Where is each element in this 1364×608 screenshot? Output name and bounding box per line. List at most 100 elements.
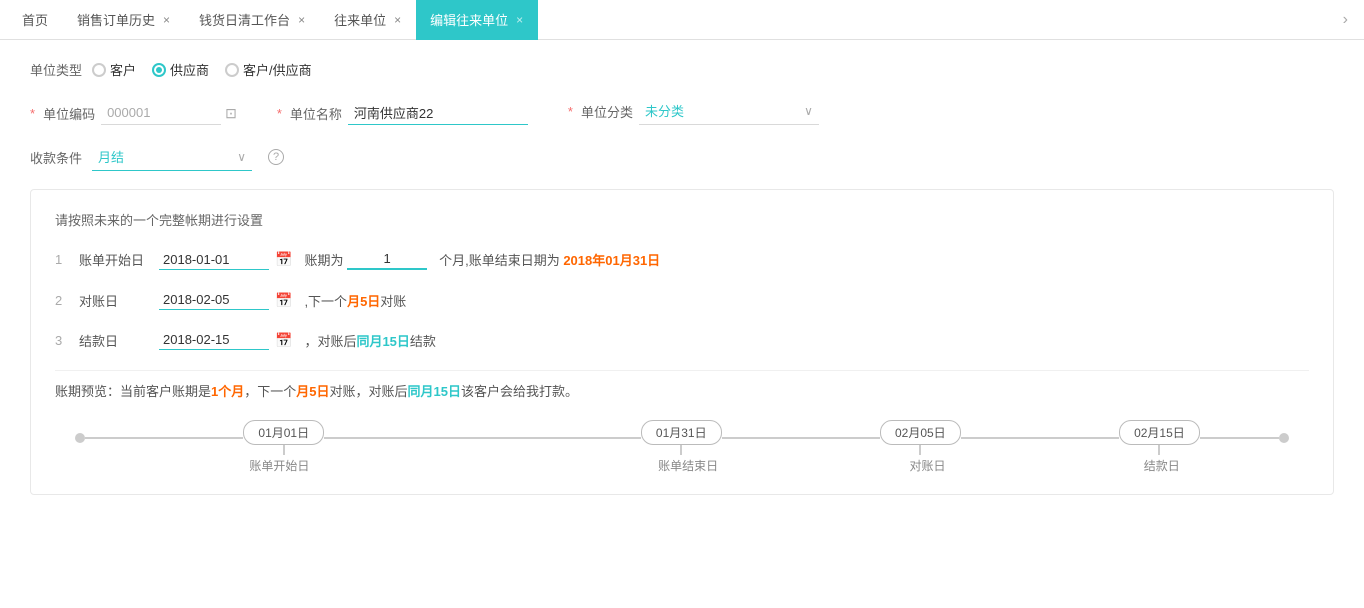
tl-label-1: 账单开始日 bbox=[239, 457, 319, 474]
payment-value: 月结 bbox=[98, 147, 233, 166]
tl-label-wrap-4: 结款日 bbox=[1127, 457, 1197, 474]
payment-date-desc: ，对账后同月15日结款 bbox=[304, 331, 436, 350]
tab-close-partner[interactable]: × bbox=[394, 13, 401, 27]
radio-circle-customer bbox=[92, 63, 106, 77]
tl-label-wrap-3: 对账日 bbox=[892, 457, 962, 474]
tl-vert-3 bbox=[919, 445, 921, 455]
code-copy-icon[interactable]: ⊡ bbox=[225, 105, 237, 122]
tab-home[interactable]: 首页 bbox=[8, 0, 63, 40]
tl-vert-2 bbox=[680, 445, 682, 455]
reconcile-date-calendar-icon[interactable]: 📅 bbox=[275, 292, 292, 309]
preview-highlight3: 同月15日 bbox=[408, 384, 461, 399]
tab-expand-button[interactable]: › bbox=[1335, 11, 1356, 29]
settings-panel: 请按照未来的一个完整帐期进行设置 1 账单开始日 📅 账期为 个月,账单结束日期… bbox=[30, 189, 1334, 495]
code-label: 单位编码 bbox=[43, 104, 95, 123]
reconcile-desc: ,下一个月5日对账 bbox=[304, 291, 406, 310]
timeline-labels: 账单开始日 账单结束日 对账日 结款日 bbox=[75, 457, 1289, 474]
preview-text: 账期预览：当前客户账期是1个月，下一个月5日对账，对账后同月15日该客户会给我打… bbox=[55, 370, 1309, 400]
cat-label: 单位分类 bbox=[581, 102, 633, 121]
tl-badge-2: 01月31日 bbox=[641, 420, 722, 445]
unit-category-group: * 单位分类 未分类 ∨ bbox=[568, 97, 819, 125]
panel-row-3: 3 结款日 📅 ，对账后同月15日结款 bbox=[55, 330, 1309, 350]
tl-vert-4 bbox=[1158, 445, 1160, 455]
tab-edit-partner[interactable]: 编辑往来单位 × bbox=[416, 0, 538, 40]
payment-help-icon[interactable]: ? bbox=[268, 149, 284, 165]
radio-customer[interactable]: 客户 bbox=[92, 60, 136, 79]
tl-badge-1: 01月01日 bbox=[243, 420, 324, 445]
tl-label-3: 对账日 bbox=[892, 457, 962, 474]
tabs-bar: 首页 销售订单历史 × 钱货日清工作台 × 往来单位 × 编辑往来单位 × › bbox=[0, 0, 1364, 40]
tl-end-dot bbox=[1279, 433, 1289, 443]
code-input[interactable] bbox=[101, 101, 221, 125]
payment-dropdown-arrow: ∨ bbox=[237, 150, 246, 164]
cat-required-star: * bbox=[568, 104, 573, 119]
tab-close-edit-partner[interactable]: × bbox=[516, 13, 523, 27]
tl-start-dot bbox=[75, 433, 85, 443]
tl-node-1: 01月01日 bbox=[243, 420, 324, 455]
tl-line-5 bbox=[1200, 437, 1279, 439]
payment-dropdown[interactable]: 月结 ∨ bbox=[92, 143, 252, 171]
main-content: 单位类型 客户 供应商 客户/供应商 * 单位编码 ⊡ bbox=[0, 40, 1364, 608]
payment-highlight: 同月15日 bbox=[356, 334, 409, 349]
payment-date-input[interactable] bbox=[159, 330, 269, 350]
name-label: 单位名称 bbox=[290, 104, 342, 123]
period-desc: 个月,账单结束日期为 2018年01月31日 bbox=[439, 250, 660, 269]
panel-instruction: 请按照未来的一个完整帐期进行设置 bbox=[55, 210, 1309, 229]
payment-row: 收款条件 月结 ∨ ? bbox=[30, 143, 1334, 171]
category-dropdown-arrow: ∨ bbox=[804, 104, 813, 118]
end-date-highlight: 2018年01月31日 bbox=[563, 253, 660, 268]
payment-date-calendar-icon[interactable]: 📅 bbox=[275, 332, 292, 349]
tl-line-2 bbox=[324, 437, 641, 439]
reconcile-highlight: 月5日 bbox=[347, 294, 380, 309]
preview-highlight1: 1个月 bbox=[211, 384, 244, 399]
reconcile-date-input[interactable] bbox=[159, 290, 269, 310]
category-value: 未分类 bbox=[645, 101, 800, 120]
tab-sales-order[interactable]: 销售订单历史 × bbox=[63, 0, 185, 40]
code-required-star: * bbox=[30, 106, 35, 121]
tl-label-2: 账单结束日 bbox=[648, 457, 728, 474]
row-num-3: 3 bbox=[55, 333, 79, 348]
start-date-label: 账单开始日 bbox=[79, 250, 159, 269]
name-input[interactable] bbox=[348, 101, 528, 125]
tl-label-wrap-2: 账单结束日 bbox=[648, 457, 728, 474]
panel-row-2: 2 对账日 📅 ,下一个月5日对账 bbox=[55, 290, 1309, 310]
tab-close-sales-order[interactable]: × bbox=[163, 13, 170, 27]
tab-close-cash-work[interactable]: × bbox=[298, 13, 305, 27]
reconcile-label: 对账日 bbox=[79, 291, 159, 310]
tl-line-3 bbox=[722, 437, 880, 439]
timeline-section: 01月01日 01月31日 02月05日 02月15日 bbox=[55, 420, 1309, 474]
unit-type-radio-group: 客户 供应商 客户/供应商 bbox=[92, 60, 312, 79]
radio-circle-supplier bbox=[152, 63, 166, 77]
period-input[interactable] bbox=[347, 249, 427, 270]
tl-badge-4: 02月15日 bbox=[1119, 420, 1200, 445]
payment-label: 收款条件 bbox=[30, 148, 82, 167]
code-input-wrap: ⊡ bbox=[101, 101, 237, 125]
period-label: 账期为 bbox=[304, 250, 347, 269]
tl-badge-3: 02月05日 bbox=[880, 420, 961, 445]
category-dropdown[interactable]: 未分类 ∨ bbox=[639, 97, 819, 125]
start-date-input[interactable] bbox=[159, 250, 269, 270]
unit-type-label: 单位类型 bbox=[30, 60, 82, 79]
tl-node-3: 02月05日 bbox=[880, 420, 961, 455]
tl-node-4: 02月15日 bbox=[1119, 420, 1200, 455]
name-required-star: * bbox=[277, 106, 282, 121]
start-date-calendar-icon[interactable]: 📅 bbox=[275, 251, 292, 268]
tl-line-1 bbox=[85, 437, 243, 439]
timeline-row: 01月01日 01月31日 02月05日 02月15日 bbox=[75, 420, 1289, 455]
tl-node-2: 01月31日 bbox=[641, 420, 722, 455]
panel-row-1: 1 账单开始日 📅 账期为 个月,账单结束日期为 2018年01月31日 bbox=[55, 249, 1309, 270]
unit-code-group: * 单位编码 ⊡ bbox=[30, 101, 237, 125]
tl-vert-1 bbox=[283, 445, 285, 455]
radio-supplier[interactable]: 供应商 bbox=[152, 60, 209, 79]
unit-name-group: * 单位名称 document.querySelector('[data-nam… bbox=[277, 101, 528, 125]
tl-label-wrap-1: 账单开始日 bbox=[239, 457, 319, 474]
payment-date-label: 结款日 bbox=[79, 331, 159, 350]
preview-highlight2: 月5日 bbox=[296, 384, 329, 399]
tab-partner[interactable]: 往来单位 × bbox=[320, 0, 416, 40]
name-input-wrap: document.querySelector('[data-name="name… bbox=[348, 101, 528, 125]
radio-circle-both bbox=[225, 63, 239, 77]
unit-type-row: 单位类型 客户 供应商 客户/供应商 bbox=[30, 60, 1334, 79]
radio-both[interactable]: 客户/供应商 bbox=[225, 60, 312, 79]
row-num-2: 2 bbox=[55, 293, 79, 308]
tab-cash-work[interactable]: 钱货日清工作台 × bbox=[185, 0, 320, 40]
